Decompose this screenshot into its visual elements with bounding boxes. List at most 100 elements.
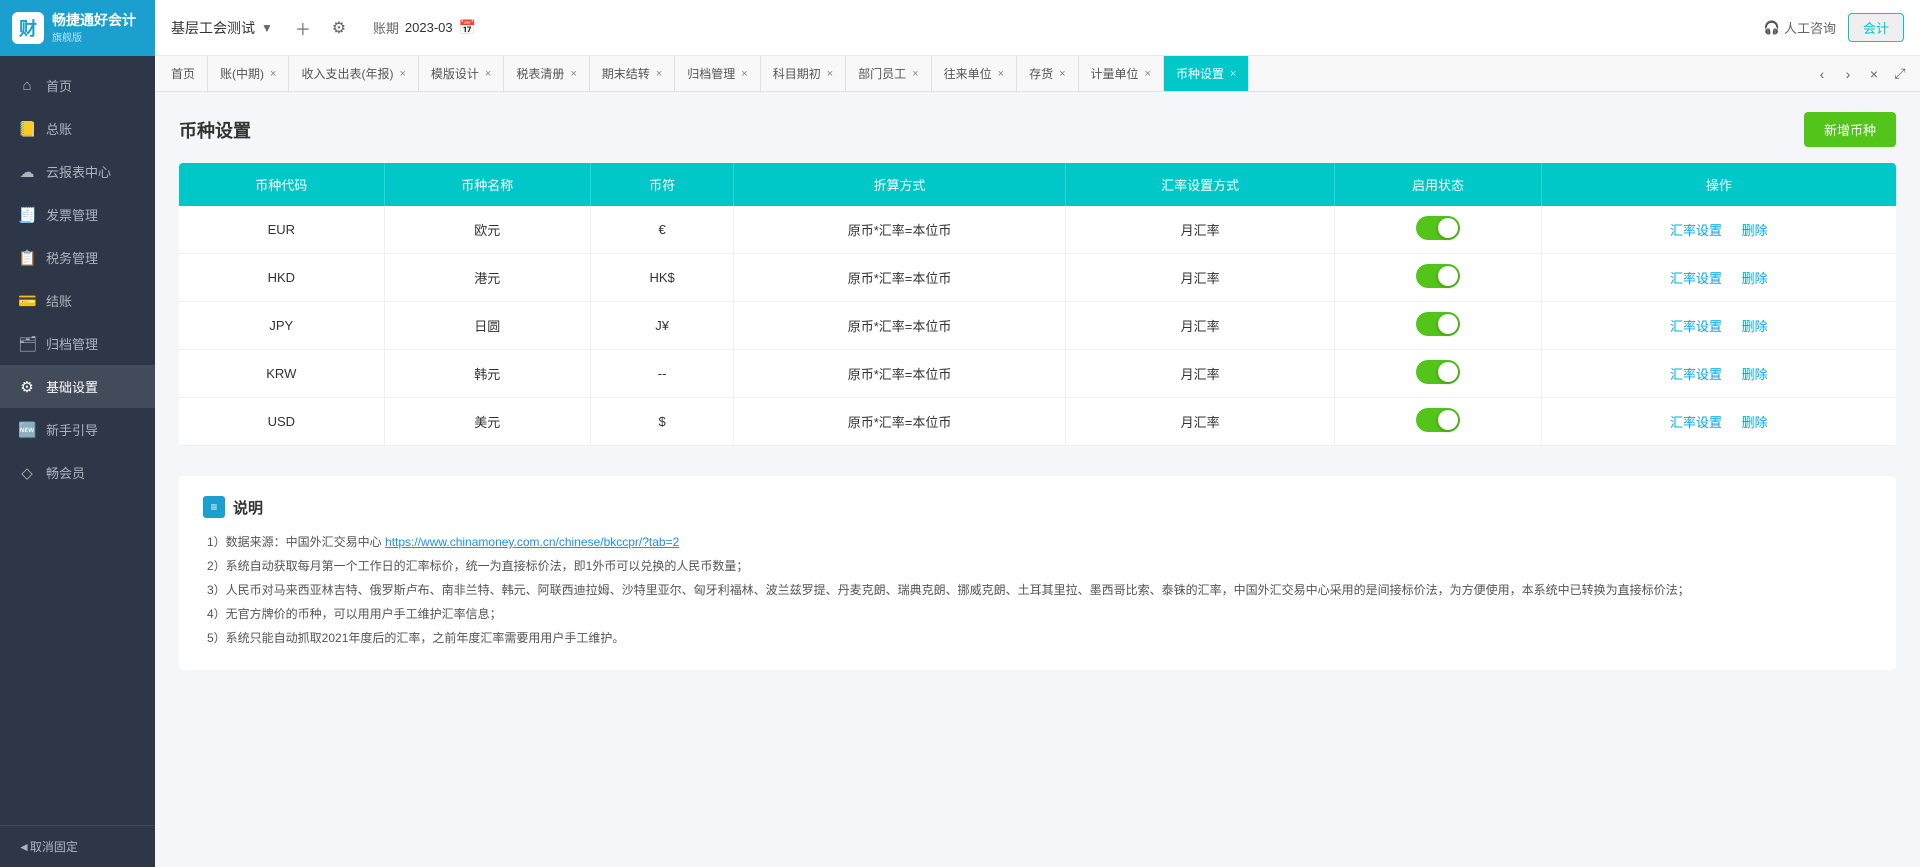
status-toggle-jpy[interactable] (1416, 312, 1460, 336)
tab-close-icon[interactable]: × (570, 68, 576, 80)
cell-rate-method: 月汇率 (1065, 398, 1334, 446)
currency-table: 币种代码 币种名称 币符 折算方式 汇率设置方式 启用状态 操作 EUR 欧元 … (179, 163, 1896, 446)
tab-units[interactable]: 往来单位 × (932, 56, 1017, 92)
tab-measure[interactable]: 计量单位 × (1079, 56, 1164, 92)
col-rate-method: 汇率设置方式 (1065, 163, 1334, 206)
account-btn[interactable]: 会计 (1848, 13, 1904, 42)
tab-inventory[interactable]: 存货 × (1017, 56, 1078, 92)
tax-icon: 📋 (18, 249, 36, 267)
tab-currency[interactable]: 币种设置 × (1164, 56, 1249, 92)
delete-btn-krw[interactable]: 删除 (1742, 367, 1768, 382)
tab-close-icon[interactable]: × (270, 68, 276, 80)
sidebar-item-label: 总账 (46, 119, 72, 138)
tab-subjects[interactable]: 科目期初 × (761, 56, 846, 92)
cell-status (1335, 254, 1541, 302)
tab-department[interactable]: 部门员工 × (846, 56, 931, 92)
tab-label: 账(中期) (220, 65, 264, 82)
help-btn[interactable]: 🎧 人工咨询 (1764, 18, 1836, 37)
tab-label: 归档管理 (687, 65, 735, 82)
sidebar-item-checkout[interactable]: 💳 结账 (0, 279, 155, 322)
tab-close-icon[interactable]: × (485, 68, 491, 80)
tab-template[interactable]: 模版设计 × (419, 56, 504, 92)
sidebar-item-invoice[interactable]: 🧾 发票管理 (0, 193, 155, 236)
cell-name: 欧元 (384, 206, 590, 254)
cell-calc: 原币*汇率=本位币 (734, 302, 1066, 350)
settings-btn[interactable]: ⚙ (325, 14, 353, 42)
tab-close-icon[interactable]: × (1059, 68, 1065, 80)
table-row: EUR 欧元 € 原币*汇率=本位币 月汇率 汇率设置 删除 (179, 206, 1896, 254)
period-value: 2023-03 (405, 20, 453, 35)
tab-income[interactable]: 收入支出表(年报) × (289, 56, 418, 92)
rate-setting-btn-eur[interactable]: 汇率设置 (1670, 223, 1722, 238)
tab-next-btn[interactable]: › (1836, 62, 1860, 86)
sidebar-item-reports[interactable]: ☁ 云报表中心 (0, 150, 155, 193)
tab-period[interactable]: 账(中期) × (208, 56, 289, 92)
cell-code: EUR (179, 206, 384, 254)
col-code: 币种代码 (179, 163, 384, 206)
sidebar-item-guide[interactable]: 🆕 新手引导 (0, 408, 155, 451)
rate-setting-btn-usd[interactable]: 汇率设置 (1670, 415, 1722, 430)
headset-icon: 🎧 (1764, 20, 1780, 36)
tab-home[interactable]: 首页 (159, 56, 208, 92)
tab-close-icon[interactable]: × (827, 68, 833, 80)
tab-archive[interactable]: 归档管理 × (675, 56, 760, 92)
cell-name: 港元 (384, 254, 590, 302)
notes-link[interactable]: https://www.chinamoney.com.cn/chinese/bk… (385, 535, 679, 549)
calendar-icon[interactable]: 📅 (459, 19, 476, 36)
sidebar-pin-label: ◄取消固定 (18, 838, 78, 855)
tab-tax[interactable]: 税表清册 × (504, 56, 589, 92)
tab-controls: ‹ › × ⤢ (1810, 62, 1916, 86)
workspace-name: 基层工会测试 (171, 18, 255, 38)
cell-calc: 原币*汇率=本位币 (734, 350, 1066, 398)
cell-symbol: J¥ (590, 302, 733, 350)
tab-close-icon[interactable]: × (741, 68, 747, 80)
delete-btn-usd[interactable]: 删除 (1742, 415, 1768, 430)
top-bar-right: 🎧 人工咨询 会计 (1764, 13, 1904, 42)
tab-close-icon[interactable]: × (1145, 68, 1151, 80)
rate-setting-btn-jpy[interactable]: 汇率设置 (1670, 319, 1722, 334)
status-toggle-eur[interactable] (1416, 216, 1460, 240)
cell-symbol: $ (590, 398, 733, 446)
status-toggle-usd[interactable] (1416, 408, 1460, 432)
cell-code: KRW (179, 350, 384, 398)
rate-setting-btn-hkd[interactable]: 汇率设置 (1670, 271, 1722, 286)
sidebar-item-tax[interactable]: 📋 税务管理 (0, 236, 155, 279)
cell-code: USD (179, 398, 384, 446)
tab-maximize-btn[interactable]: ⤢ (1888, 62, 1912, 86)
tab-prev-btn[interactable]: ‹ (1810, 62, 1834, 86)
status-toggle-hkd[interactable] (1416, 264, 1460, 288)
tab-label: 收入支出表(年报) (301, 65, 393, 82)
rate-setting-btn-krw[interactable]: 汇率设置 (1670, 367, 1722, 382)
note-text-1: 1）数据来源：中国外汇交易中心 (207, 535, 382, 549)
cell-rate-method: 月汇率 (1065, 350, 1334, 398)
note-item-3: 3）人民币对马来西亚林吉特、俄罗斯卢布、南非兰特、韩元、阿联西迪拉姆、沙特里亚尔… (203, 578, 1872, 602)
sidebar-pin-toggle[interactable]: ◄取消固定 (0, 825, 155, 867)
settings-icon: ⚙ (18, 378, 36, 396)
tab-close-all-btn[interactable]: × (1862, 62, 1886, 86)
ledger-icon: 📒 (18, 120, 36, 138)
new-currency-btn[interactable]: 新增币种 (1804, 112, 1896, 147)
tab-close-icon[interactable]: × (912, 68, 918, 80)
sidebar-item-settings[interactable]: ⚙ 基础设置 (0, 365, 155, 408)
tab-close-icon[interactable]: × (998, 68, 1004, 80)
delete-btn-jpy[interactable]: 删除 (1742, 319, 1768, 334)
page-title: 币种设置 (179, 117, 251, 143)
add-workspace-btn[interactable]: ＋ (289, 14, 317, 42)
status-toggle-krw[interactable] (1416, 360, 1460, 384)
sidebar-item-home[interactable]: ⌂ 首页 (0, 64, 155, 107)
delete-btn-hkd[interactable]: 删除 (1742, 271, 1768, 286)
cell-actions: 汇率设置 删除 (1541, 254, 1896, 302)
sidebar-item-archive[interactable]: 🗂 归档管理 (0, 322, 155, 365)
sidebar-item-member[interactable]: ◇ 畅会员 (0, 451, 155, 494)
tab-period-end[interactable]: 期末结转 × (590, 56, 675, 92)
delete-btn-eur[interactable]: 删除 (1742, 223, 1768, 238)
logo-text-container: 畅捷通好会计 旗舰版 (52, 12, 136, 44)
tab-close-icon[interactable]: × (1230, 68, 1236, 80)
cell-code: HKD (179, 254, 384, 302)
tab-close-icon[interactable]: × (656, 68, 662, 80)
tab-close-icon[interactable]: × (399, 68, 405, 80)
home-icon: ⌂ (18, 77, 36, 94)
workspace-selector[interactable]: 基层工会测试 ▼ (171, 18, 273, 38)
sidebar-item-ledger[interactable]: 📒 总账 (0, 107, 155, 150)
archive-icon: 🗂 (18, 335, 36, 353)
